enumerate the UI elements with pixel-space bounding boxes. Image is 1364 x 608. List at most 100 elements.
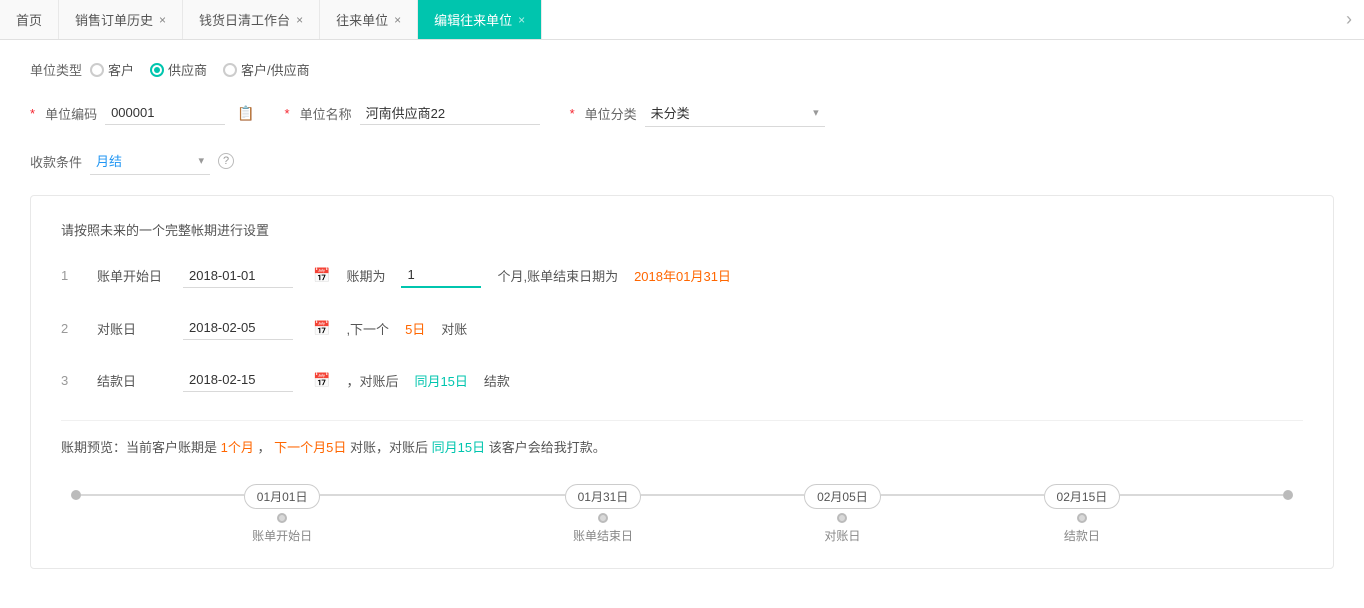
setting-row-2: 2 对账日 📅 ,下一个 5日 对账 [61,316,1303,340]
category-chevron-icon: ▾ [813,106,819,119]
payment-date-input[interactable] [183,368,293,392]
tab-sales-history-close[interactable]: × [159,13,166,27]
node-dot-4 [1077,513,1087,523]
radio-both-circle [223,63,237,77]
unit-name-label: 单位名称 [300,104,352,123]
timeline-node-2: 01月31日 账单结束日 [565,484,642,544]
unit-code-label: 单位编码 [45,104,97,123]
reconcile-date-input[interactable] [183,316,293,340]
unit-category-select[interactable]: 未分类 ▾ [645,99,825,127]
tab-cash-work-close[interactable]: × [296,13,303,27]
tl-left-end [71,490,81,500]
tab-partner-close[interactable]: × [394,13,401,27]
tab-home[interactable]: 首页 [0,0,59,39]
unit-name-group: * 单位名称 [285,101,540,125]
unit-type-group: 单位类型 客户 供应商 客户/供应商 [30,60,310,79]
payment-prefix: ，对账后 [346,371,398,390]
radio-customer-label: 客户 [108,60,134,79]
preview-middle: 对账，对账后 [350,440,428,455]
radio-supplier[interactable]: 供应商 [150,60,207,79]
unit-info-row: * 单位编码 📋 * 单位名称 * 单位分类 未分类 ▾ [30,99,1334,127]
card-title: 请按照未来的一个完整帐期进行设置 [61,220,1303,239]
tab-partner[interactable]: 往来单位 × [320,0,418,39]
period-suffix: 个月,账单结束日期为 [497,266,618,285]
category-required-star: * [570,106,575,121]
payment-terms-chevron-icon: ▾ [198,154,204,167]
content-area: 单位类型 客户 供应商 客户/供应商 * 单位编码 [0,40,1364,608]
start-date-calendar-icon[interactable]: 📅 [313,267,330,284]
reconcile-date-calendar-icon[interactable]: 📅 [313,320,330,337]
payment-date-calendar-icon[interactable]: 📅 [313,372,330,389]
node-label-1: 账单开始日 [252,527,312,544]
period-input[interactable] [401,263,481,288]
unit-name-input[interactable] [360,101,540,125]
row-label-3: 结款日 [97,371,167,390]
radio-both-label: 客户/供应商 [241,60,310,79]
radio-supplier-circle [150,63,164,77]
tab-edit-partner[interactable]: 编辑往来单位 × [418,0,542,39]
timeline-node-4: 02月15日 结款日 [1044,484,1121,544]
end-date-highlight: 2018年01月31日 [634,266,731,285]
unit-type-row: 单位类型 客户 供应商 客户/供应商 [30,60,1334,79]
settings-card: 请按照未来的一个完整帐期进行设置 1 账单开始日 📅 账期为 个月,账单结束日期… [30,195,1334,569]
preview-part2: 下一个月5日 [274,440,346,455]
node-dot-1 [277,513,287,523]
timeline-node-1: 01月01日 账单开始日 [244,484,321,544]
unit-code-input[interactable] [105,101,225,125]
payment-suffix: 结款 [484,371,510,390]
unit-code-calendar-icon[interactable]: 📋 [237,105,254,122]
radio-group: 客户 供应商 客户/供应商 [90,60,310,79]
preview-part1: 1个月 [221,440,254,455]
node-date-4: 02月15日 [1044,484,1121,509]
radio-customer[interactable]: 客户 [90,60,134,79]
row-num-2: 2 [61,321,81,336]
node-date-2: 01月31日 [565,484,642,509]
node-dot-3 [837,513,847,523]
row-label-2: 对账日 [97,319,167,338]
tabs-bar: 首页 销售订单历史 × 钱货日清工作台 × 往来单位 × 编辑往来单位 × › [0,0,1364,40]
node-label-3: 对账日 [824,527,860,544]
unit-type-label: 单位类型 [30,60,82,79]
preview-label: 账期预览：当前客户账期是 [61,440,217,455]
tl-right-dot [1283,490,1293,500]
setting-row-1: 1 账单开始日 📅 账期为 个月,账单结束日期为 2018年01月31日 [61,263,1303,288]
tab-edit-partner-close[interactable]: × [518,13,525,27]
tab-edit-partner-label: 编辑往来单位 [434,10,512,29]
node-date-1: 01月01日 [244,484,321,509]
tl-right-end [1283,490,1293,500]
tab-expand-button[interactable]: › [1334,0,1364,39]
tab-sales-history-label: 销售订单历史 [75,10,153,29]
node-date-3: 02月05日 [804,484,881,509]
unit-category-group: * 单位分类 未分类 ▾ [570,99,825,127]
tab-cash-work[interactable]: 钱货日清工作台 × [183,0,320,39]
payment-terms-value: 月结 [96,151,194,170]
tab-partner-label: 往来单位 [336,10,388,29]
row-num-1: 1 [61,268,81,283]
node-dot-2 [598,513,608,523]
node-label-4: 结款日 [1064,527,1100,544]
tl-seg-5 [1120,494,1283,496]
payment-terms-select[interactable]: 月结 ▾ [90,147,210,175]
start-date-input[interactable] [183,264,293,288]
tab-home-label: 首页 [16,10,42,29]
reconcile-suffix: 对账 [441,319,467,338]
reconcile-highlight: 5日 [405,319,425,338]
row-label-1: 账单开始日 [97,266,167,285]
tl-left-dot [71,490,81,500]
tab-sales-history[interactable]: 销售订单历史 × [59,0,183,39]
code-required-star: * [30,106,35,121]
tl-seg-1 [81,494,244,496]
radio-both[interactable]: 客户/供应商 [223,60,310,79]
tab-cash-work-label: 钱货日清工作台 [199,10,290,29]
timeline-section: 01月01日 账单开始日 01月31日 账单结束日 02月05日 [61,484,1303,544]
radio-supplier-label: 供应商 [168,60,207,79]
payment-highlight: 同月15日 [414,371,467,390]
timeline-node-3: 02月05日 对账日 [804,484,881,544]
unit-category-value: 未分类 [651,103,809,122]
payment-terms-label: 收款条件 [30,152,82,171]
setting-row-3: 3 结款日 📅 ，对账后 同月15日 结款 [61,368,1303,392]
tl-seg-4 [881,494,1044,496]
payment-terms-help-icon[interactable]: ? [218,153,234,169]
preview-comma: ， [258,440,271,455]
preview-end: 该客户会给我打款。 [489,440,606,455]
